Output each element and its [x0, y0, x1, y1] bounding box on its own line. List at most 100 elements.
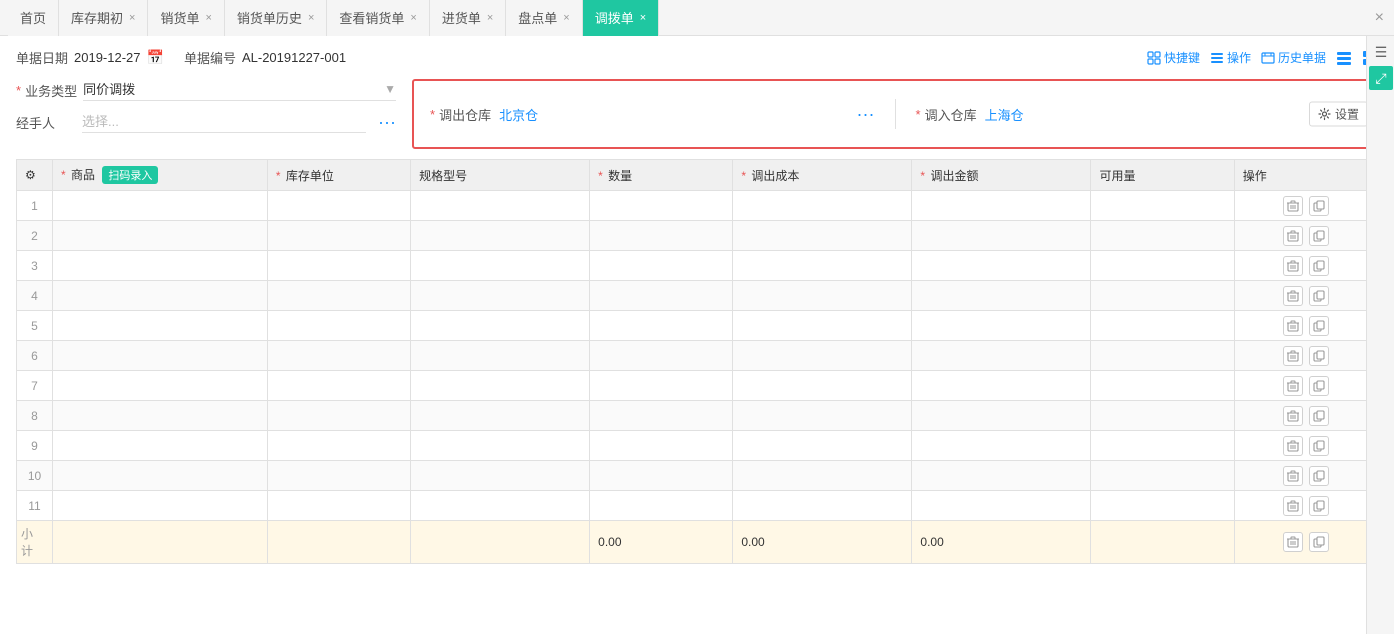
copy-row-btn[interactable]: [1309, 196, 1329, 216]
row-product[interactable]: [53, 431, 268, 461]
transfer-out-more-icon[interactable]: ···: [857, 104, 875, 125]
row-spec: [411, 461, 590, 491]
close-tab-sales-history[interactable]: ×: [308, 12, 314, 24]
row-number: 4: [17, 281, 53, 311]
row-product[interactable]: [53, 371, 268, 401]
row-qty[interactable]: [590, 221, 733, 251]
close-tab-sales-order[interactable]: ×: [205, 12, 211, 24]
row-product[interactable]: [53, 401, 268, 431]
copy-row-btn[interactable]: [1309, 316, 1329, 336]
doc-date-field: 单据日期 2019-12-27 📅: [16, 48, 164, 67]
row-qty[interactable]: [590, 281, 733, 311]
row-number: 10: [17, 461, 53, 491]
row-qty[interactable]: [590, 341, 733, 371]
row-qty[interactable]: [590, 311, 733, 341]
delete-row-btn[interactable]: [1283, 226, 1303, 246]
row-product[interactable]: [53, 461, 268, 491]
header-right: 快捷键 操作 历史单据: [1147, 49, 1378, 66]
shortcut-btn[interactable]: 快捷键: [1147, 49, 1200, 66]
row-action: [1234, 341, 1377, 371]
tab-sales-history[interactable]: 销货单历史 ×: [225, 0, 327, 36]
delete-row-btn[interactable]: [1283, 436, 1303, 456]
transfer-out-value[interactable]: 北京仓: [499, 105, 538, 124]
delete-row-btn[interactable]: [1283, 406, 1303, 426]
delete-row-btn[interactable]: [1283, 466, 1303, 486]
history-btn[interactable]: 历史单据: [1261, 49, 1326, 66]
row-product[interactable]: [53, 191, 268, 221]
calendar-icon[interactable]: 📅: [147, 49, 164, 66]
copy-row-btn[interactable]: [1309, 436, 1329, 456]
row-product[interactable]: [53, 251, 268, 281]
row-product[interactable]: [53, 221, 268, 251]
tab-inventory-check[interactable]: 盘点单 ×: [506, 0, 582, 36]
row-amount: [912, 431, 1091, 461]
row-avail: [1091, 311, 1234, 341]
subtotal-qty: 0.00: [590, 521, 733, 564]
row-amount: [912, 371, 1091, 401]
sidebar-list-icon[interactable]: ☰: [1369, 40, 1393, 64]
row-amount: [912, 221, 1091, 251]
row-number: 11: [17, 491, 53, 521]
row-amount: [912, 251, 1091, 281]
operations-btn[interactable]: 操作: [1210, 49, 1251, 66]
row-qty[interactable]: [590, 461, 733, 491]
close-window-btn[interactable]: ×: [1375, 9, 1384, 27]
copy-row-btn[interactable]: [1309, 406, 1329, 426]
transfer-in-value[interactable]: 上海仓: [985, 105, 1024, 124]
close-tab-view-sales[interactable]: ×: [410, 12, 416, 24]
row-qty[interactable]: [590, 491, 733, 521]
subtotal-copy-btn[interactable]: [1309, 532, 1329, 552]
delete-row-btn[interactable]: [1283, 256, 1303, 276]
delete-row-btn[interactable]: [1283, 346, 1303, 366]
tab-transfer-order[interactable]: 调拨单 ×: [583, 0, 659, 36]
table-row: 3: [17, 251, 1378, 281]
tab-home[interactable]: 首页: [8, 0, 59, 36]
row-product[interactable]: [53, 341, 268, 371]
transfer-in-section: * 调入仓库 上海仓 ···: [916, 104, 1361, 125]
delete-row-btn[interactable]: [1283, 496, 1303, 516]
row-unit: [267, 371, 410, 401]
person-row: 经手人 选择... ···: [16, 111, 396, 133]
person-more-icon[interactable]: ···: [378, 112, 396, 133]
tab-inventory-init[interactable]: 库存期初 ×: [59, 0, 148, 36]
copy-row-btn[interactable]: [1309, 496, 1329, 516]
view-toggle-list[interactable]: [1336, 50, 1352, 66]
business-type-select[interactable]: 同价调拨 ▼: [83, 79, 396, 101]
settings-button[interactable]: 设置: [1309, 102, 1368, 127]
copy-row-btn[interactable]: [1309, 466, 1329, 486]
delete-row-btn[interactable]: [1283, 196, 1303, 216]
person-placeholder[interactable]: 选择...: [82, 111, 366, 133]
sidebar-expand-icon[interactable]: ⤢: [1369, 66, 1393, 90]
close-tab-purchase-order[interactable]: ×: [487, 12, 493, 24]
subtotal-delete-btn[interactable]: [1283, 532, 1303, 552]
row-qty[interactable]: [590, 371, 733, 401]
row-qty[interactable]: [590, 191, 733, 221]
delete-row-btn[interactable]: [1283, 316, 1303, 336]
tab-view-sales[interactable]: 查看销货单 ×: [327, 0, 429, 36]
shortcut-icon: [1147, 51, 1161, 65]
copy-row-btn[interactable]: [1309, 286, 1329, 306]
copy-row-btn[interactable]: [1309, 226, 1329, 246]
row-avail: [1091, 251, 1234, 281]
close-tab-inventory-init[interactable]: ×: [129, 12, 135, 24]
table-row: 6: [17, 341, 1378, 371]
close-tab-transfer-order[interactable]: ×: [640, 12, 646, 24]
row-qty[interactable]: [590, 431, 733, 461]
row-product[interactable]: [53, 311, 268, 341]
delete-row-btn[interactable]: [1283, 286, 1303, 306]
copy-row-btn[interactable]: [1309, 346, 1329, 366]
close-tab-inventory-check[interactable]: ×: [563, 12, 569, 24]
copy-row-btn[interactable]: [1309, 376, 1329, 396]
scan-entry-btn[interactable]: 扫码录入: [102, 166, 158, 184]
tab-sales-order[interactable]: 销货单 ×: [148, 0, 224, 36]
th-gear[interactable]: ⚙: [17, 160, 53, 191]
delete-row-btn[interactable]: [1283, 376, 1303, 396]
tab-purchase-order[interactable]: 进货单 ×: [430, 0, 506, 36]
copy-row-btn[interactable]: [1309, 256, 1329, 276]
row-amount: [912, 461, 1091, 491]
row-qty[interactable]: [590, 401, 733, 431]
row-product[interactable]: [53, 491, 268, 521]
row-cost: [733, 341, 912, 371]
row-qty[interactable]: [590, 251, 733, 281]
row-product[interactable]: [53, 281, 268, 311]
